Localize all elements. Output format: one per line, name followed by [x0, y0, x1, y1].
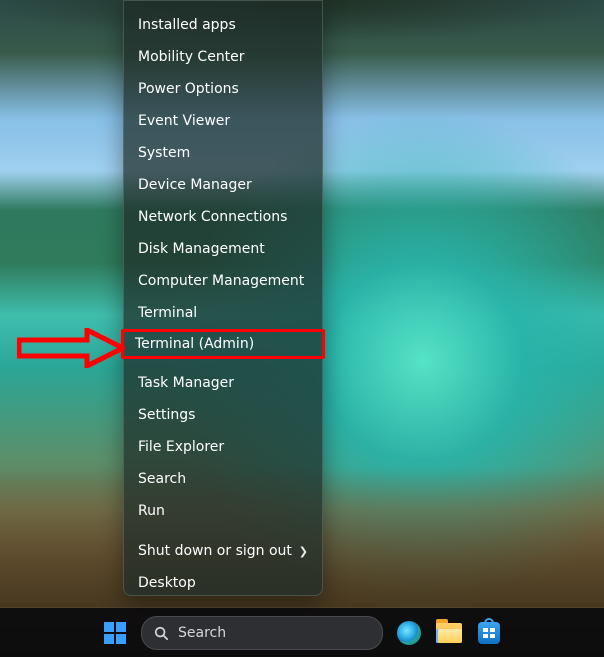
menu-item-label: Task Manager: [138, 376, 234, 390]
search-placeholder: Search: [178, 625, 226, 641]
menu-item-device-manager[interactable]: Device Manager: [124, 169, 322, 201]
menu-item-terminal-admin[interactable]: Terminal (Admin): [121, 329, 325, 359]
menu-item-label: Terminal (Admin): [135, 337, 254, 351]
menu-item-label: Terminal: [138, 306, 197, 320]
edge-icon: [397, 621, 421, 645]
windows-logo-icon: [104, 622, 126, 644]
menu-item-system[interactable]: System: [124, 137, 322, 169]
menu-item-search[interactable]: Search: [124, 463, 322, 495]
taskbar: Search: [0, 608, 604, 657]
menu-item-label: Computer Management: [138, 274, 304, 288]
menu-item-settings[interactable]: Settings: [124, 399, 322, 431]
menu-item-label: Shut down or sign out: [138, 544, 292, 558]
taskbar-app-edge[interactable]: [395, 619, 423, 647]
menu-item-file-explorer[interactable]: File Explorer: [124, 431, 322, 463]
menu-item-label: System: [138, 146, 190, 160]
menu-item-task-manager[interactable]: Task Manager: [124, 367, 322, 399]
taskbar-app-file-explorer[interactable]: [435, 619, 463, 647]
menu-item-label: Mobility Center: [138, 50, 245, 64]
menu-item-label: Power Options: [138, 82, 239, 96]
menu-item-computer-management[interactable]: Computer Management: [124, 265, 322, 297]
menu-item-label: Installed apps: [138, 18, 236, 32]
menu-item-label: Run: [138, 504, 165, 518]
store-icon: [478, 622, 500, 644]
menu-item-run[interactable]: Run: [124, 495, 322, 527]
menu-item-power-options[interactable]: Power Options: [124, 73, 322, 105]
taskbar-app-microsoft-store[interactable]: [475, 619, 503, 647]
menu-item-event-viewer[interactable]: Event Viewer: [124, 105, 322, 137]
menu-item-desktop[interactable]: Desktop: [124, 567, 322, 599]
menu-item-mobility-center[interactable]: Mobility Center: [124, 41, 322, 73]
menu-item-label: Search: [138, 472, 186, 486]
menu-item-label: Disk Management: [138, 242, 265, 256]
chevron-right-icon: ❯: [299, 546, 308, 557]
search-icon: [154, 626, 168, 640]
menu-item-label: Network Connections: [138, 210, 287, 224]
menu-item-terminal[interactable]: Terminal: [124, 297, 322, 329]
start-button[interactable]: [101, 619, 129, 647]
menu-item-installed-apps[interactable]: Installed apps: [124, 9, 322, 41]
menu-item-label: Settings: [138, 408, 195, 422]
menu-item-label: Event Viewer: [138, 114, 230, 128]
menu-item-label: File Explorer: [138, 440, 224, 454]
menu-item-network-connections[interactable]: Network Connections: [124, 201, 322, 233]
menu-item-label: Device Manager: [138, 178, 252, 192]
menu-item-label: Desktop: [138, 576, 196, 590]
taskbar-search[interactable]: Search: [141, 616, 383, 650]
menu-item-shutdown-signout[interactable]: Shut down or sign out ❯: [124, 535, 322, 567]
menu-item-disk-management[interactable]: Disk Management: [124, 233, 322, 265]
winx-context-menu: Installed apps Mobility Center Power Opt…: [123, 0, 323, 596]
folder-icon: [436, 623, 462, 643]
